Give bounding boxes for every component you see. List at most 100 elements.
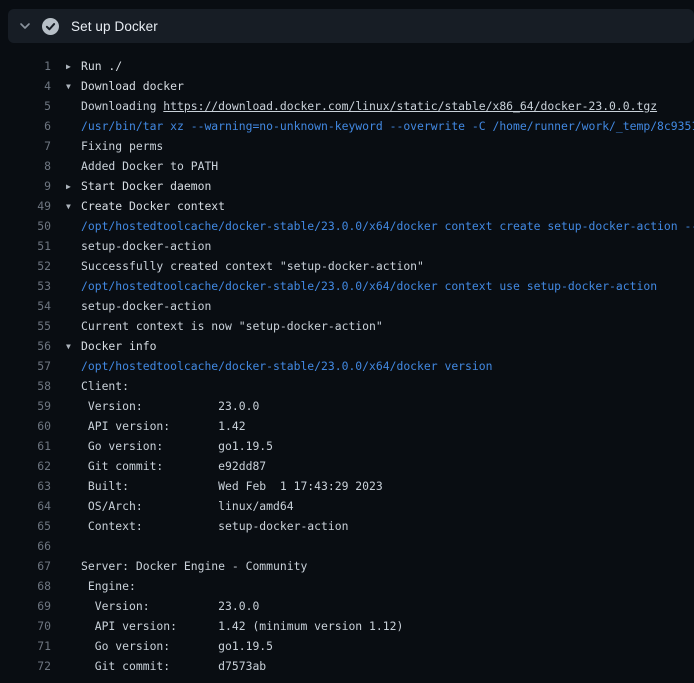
log-line-text: Fixing perms (81, 136, 694, 156)
log-line-text: /opt/hostedtoolcache/docker-stable/23.0.… (81, 356, 694, 376)
expander-cell (51, 576, 81, 596)
line-number[interactable]: 61 (0, 436, 51, 456)
log-line: 67 Server: Docker Engine - Community (0, 556, 694, 576)
line-number[interactable]: 72 (0, 656, 51, 676)
line-number[interactable]: 49 (0, 196, 51, 216)
log-link[interactable]: https://download.docker.com/linux/static… (163, 99, 657, 113)
expand-group-icon[interactable]: ▶ (66, 62, 71, 71)
group-title: Run ./ (81, 59, 122, 73)
expander-cell (51, 516, 81, 536)
line-number[interactable]: 6 (0, 116, 51, 136)
log-line: 8 Added Docker to PATH (0, 156, 694, 176)
line-number[interactable]: 4 (0, 76, 51, 96)
line-number[interactable]: 50 (0, 216, 51, 236)
log-text: Client: (81, 379, 129, 393)
line-number[interactable]: 52 (0, 256, 51, 276)
log-line: 63 Built: Wed Feb 1 17:43:29 2023 (0, 476, 694, 496)
log-line: 58 Client: (0, 376, 694, 396)
check-circle-icon (42, 18, 59, 35)
line-number[interactable]: 67 (0, 556, 51, 576)
collapse-group-icon[interactable]: ▼ (66, 202, 71, 211)
line-number[interactable]: 69 (0, 596, 51, 616)
line-number[interactable]: 8 (0, 156, 51, 176)
expander-cell (51, 136, 81, 156)
expand-group-icon[interactable]: ▶ (66, 182, 71, 191)
line-number[interactable]: 53 (0, 276, 51, 296)
line-number[interactable]: 54 (0, 296, 51, 316)
line-number[interactable]: 9 (0, 176, 51, 196)
line-number[interactable]: 5 (0, 96, 51, 116)
line-number[interactable]: 51 (0, 236, 51, 256)
expander-cell (51, 396, 81, 416)
line-number[interactable]: 59 (0, 396, 51, 416)
log-line: 61 Go version: go1.19.5 (0, 436, 694, 456)
line-number[interactable]: 65 (0, 516, 51, 536)
line-number[interactable]: 71 (0, 636, 51, 656)
line-number[interactable]: 58 (0, 376, 51, 396)
command-text: /opt/hostedtoolcache/docker-stable/23.0.… (81, 359, 492, 373)
log-line: 7 Fixing perms (0, 136, 694, 156)
log-line: 51 setup-docker-action (0, 236, 694, 256)
log-line: 53/opt/hostedtoolcache/docker-stable/23.… (0, 276, 694, 296)
log-line[interactable]: 49▼Create Docker context (0, 196, 694, 216)
line-number[interactable]: 57 (0, 356, 51, 376)
command-text: /opt/hostedtoolcache/docker-stable/23.0.… (81, 279, 657, 293)
group-title: Docker info (81, 339, 156, 353)
line-number[interactable]: 1 (0, 56, 51, 76)
expander-cell: ▼ (51, 336, 81, 356)
line-number[interactable]: 7 (0, 136, 51, 156)
actions-log-viewer: Set up Docker 1▶Run ./4▼Download docker5… (0, 0, 694, 683)
log-line: 62 Git commit: e92dd87 (0, 456, 694, 476)
line-number[interactable]: 64 (0, 496, 51, 516)
log-text: Version: 23.0.0 (81, 399, 259, 413)
log-lines: 1 ▶ Run ./ 4 ▼ Download docker5Downloading ht… (0, 56, 694, 676)
log-line: 70 API version: 1.42 (minimum version 1.… (0, 616, 694, 636)
log-line[interactable]: 56 ▼ Docker info (0, 336, 694, 356)
log-line-text: setup-docker-action (81, 236, 694, 256)
log-text: setup-docker-action (81, 299, 211, 313)
log-line: 5Downloading https://download.docker.com… (0, 96, 694, 116)
log-line[interactable]: 9▶Start Docker daemon (0, 176, 694, 196)
log-line-text: Server: Docker Engine - Community (81, 556, 694, 576)
log-line-text: API version: 1.42 (81, 416, 694, 436)
line-number[interactable]: 55 (0, 316, 51, 336)
expander-cell (51, 216, 81, 236)
expander-cell (51, 296, 81, 316)
log-text: Engine: (81, 579, 136, 593)
log-line-text: Version: 23.0.0 (81, 596, 694, 616)
line-number[interactable]: 63 (0, 476, 51, 496)
log-line: 52Successfully created context "setup-do… (0, 256, 694, 276)
log-line-text: Go version: go1.19.5 (81, 636, 694, 656)
expander-cell: ▼ (51, 76, 81, 96)
log-text: Added Docker to PATH (81, 159, 218, 173)
log-line-text: /opt/hostedtoolcache/docker-stable/23.0.… (81, 276, 694, 296)
log-text: API version: 1.42 (minimum version 1.12) (81, 619, 403, 633)
log-line: 69 Version: 23.0.0 (0, 596, 694, 616)
line-number[interactable]: 60 (0, 416, 51, 436)
collapse-group-icon[interactable]: ▼ (66, 342, 71, 351)
step-header[interactable]: Set up Docker (8, 9, 694, 43)
log-text: Built: Wed Feb 1 17:43:29 2023 (81, 479, 383, 493)
line-number[interactable]: 66 (0, 536, 51, 556)
log-line-text: Current context is now "setup-docker-act… (81, 316, 694, 336)
log-line-text: Download docker (81, 76, 694, 96)
log-line-text: Built: Wed Feb 1 17:43:29 2023 (81, 476, 694, 496)
log-line-text: Go version: go1.19.5 (81, 436, 694, 456)
line-number[interactable]: 56 (0, 336, 51, 356)
chevron-down-icon[interactable] (19, 20, 31, 32)
line-number[interactable]: 62 (0, 456, 51, 476)
expander-cell (51, 496, 81, 516)
expander-cell (51, 616, 81, 636)
expander-cell (51, 536, 81, 556)
step-title: Set up Docker (71, 19, 158, 34)
line-number[interactable]: 68 (0, 576, 51, 596)
expander-cell (51, 376, 81, 396)
expander-cell (51, 356, 81, 376)
line-number[interactable]: 70 (0, 616, 51, 636)
log-line[interactable]: 4 ▼ Download docker (0, 76, 694, 96)
collapse-group-icon[interactable]: ▼ (66, 82, 71, 91)
expander-cell: ▶ (51, 176, 81, 196)
log-line[interactable]: 1 ▶ Run ./ (0, 56, 694, 76)
expander-cell (51, 316, 81, 336)
log-text: OS/Arch: linux/amd64 (81, 499, 294, 513)
